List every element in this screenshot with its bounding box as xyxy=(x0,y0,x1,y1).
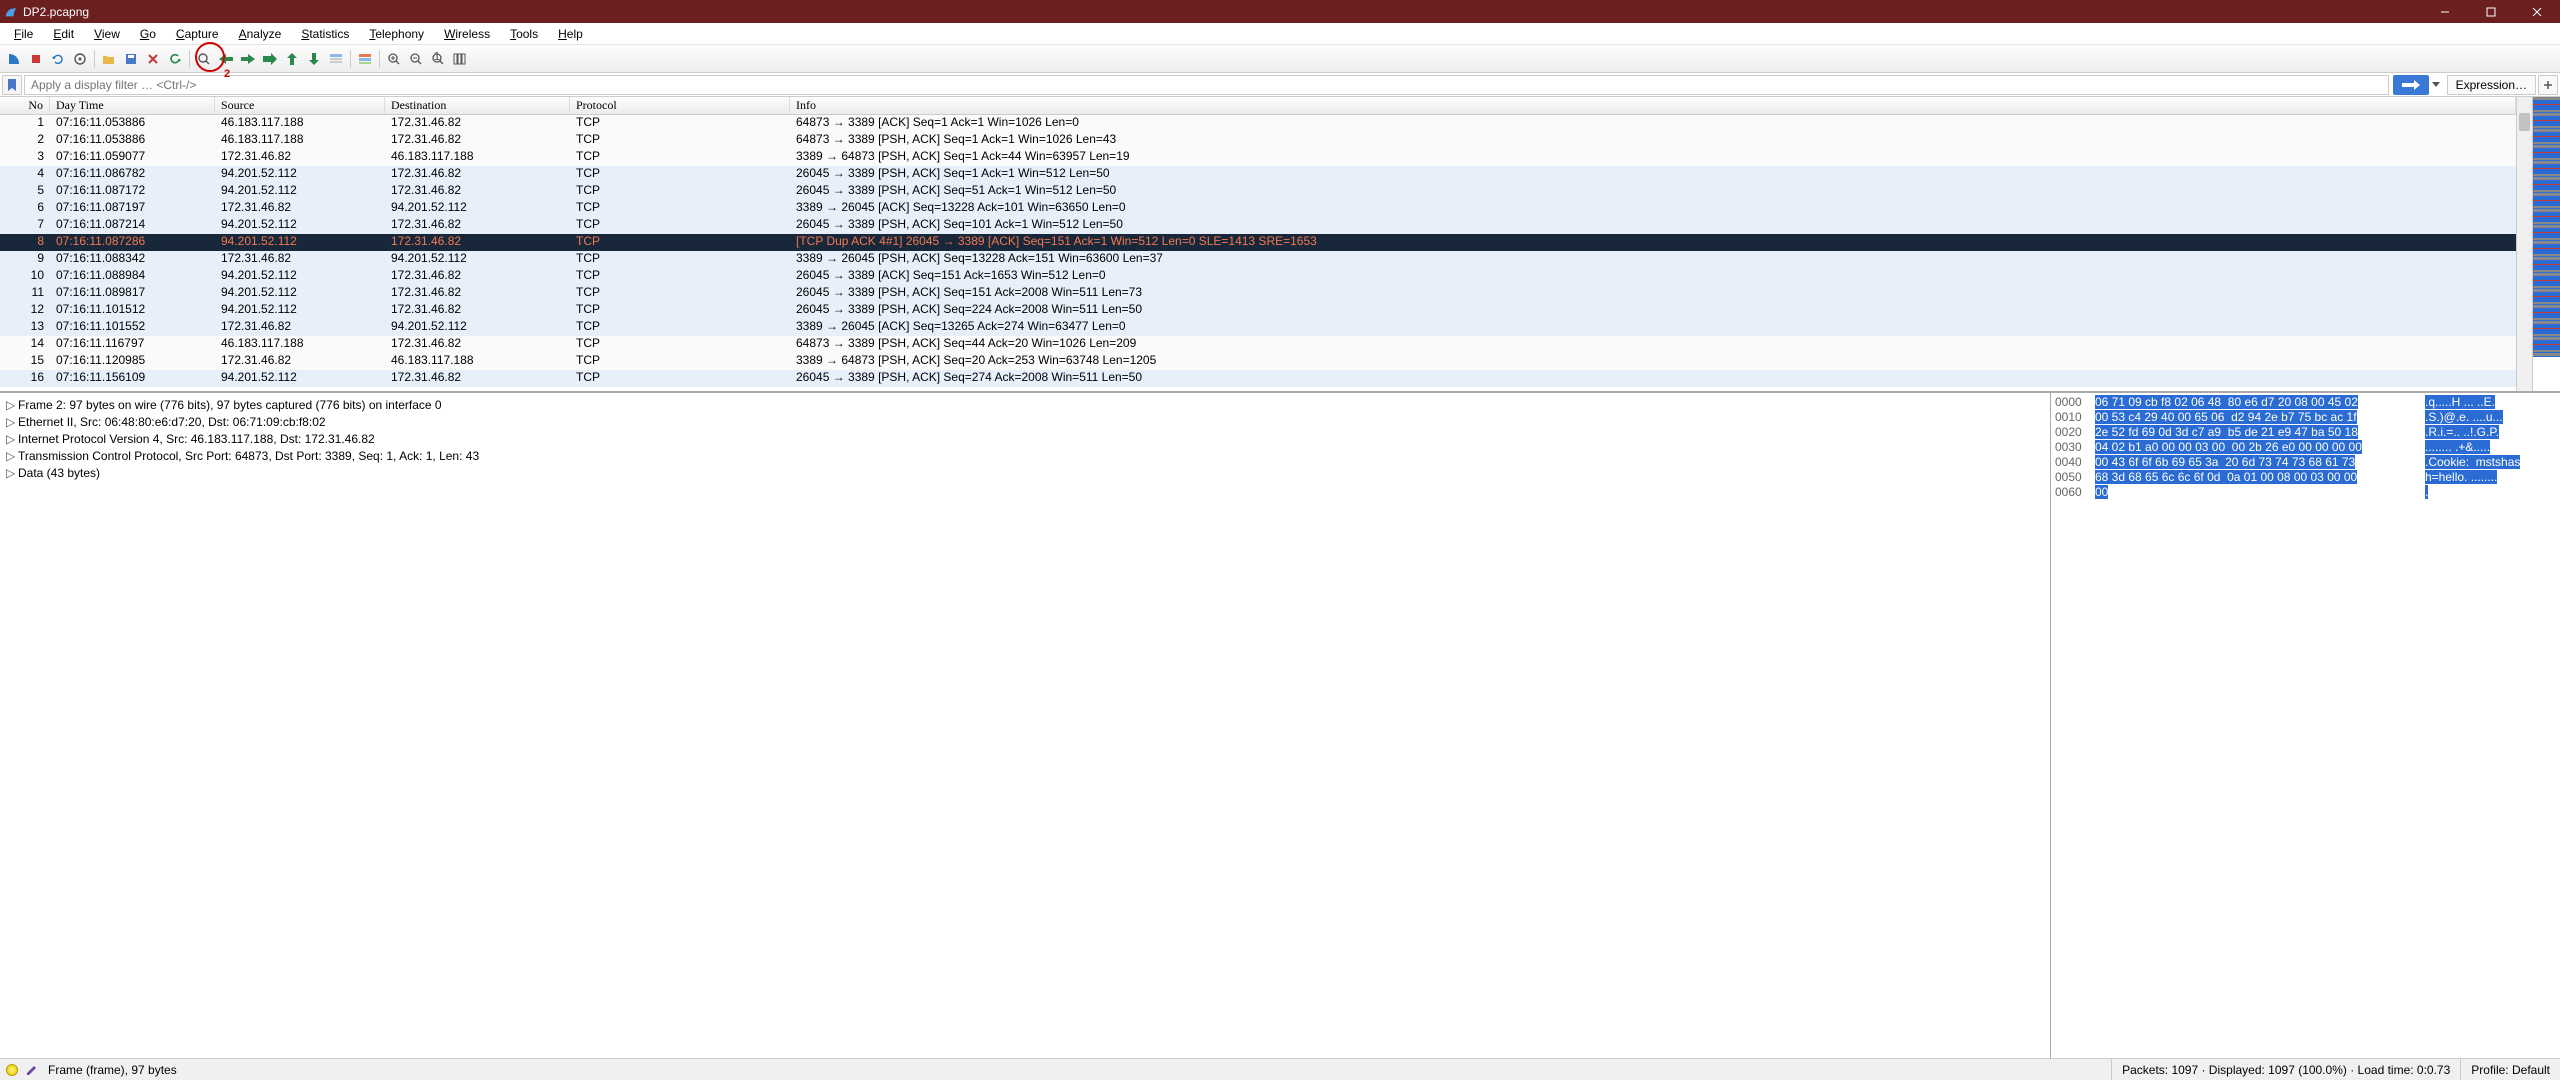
statusbar: Frame (frame), 97 bytes Packets: 1097 · … xyxy=(0,1058,2560,1080)
filter-bookmark-icon[interactable] xyxy=(2,75,22,95)
column-header-source[interactable]: Source xyxy=(215,97,385,114)
go-back-icon[interactable] xyxy=(216,49,236,69)
zoom-out-icon[interactable] xyxy=(406,49,426,69)
status-frame-info: Frame (frame), 97 bytes xyxy=(48,1063,177,1077)
tree-node[interactable]: ▷Data (43 bytes) xyxy=(6,464,2044,481)
tree-node[interactable]: ▷Internet Protocol Version 4, Src: 46.18… xyxy=(6,430,2044,447)
packet-row[interactable]: 407:16:11.08678294.201.52.112172.31.46.8… xyxy=(0,166,2516,183)
menu-wireless[interactable]: Wireless xyxy=(434,25,500,43)
go-forward-icon[interactable] xyxy=(238,49,258,69)
expand-caret-icon[interactable]: ▷ xyxy=(6,398,18,412)
expand-caret-icon[interactable]: ▷ xyxy=(6,449,18,463)
display-filter-input[interactable] xyxy=(24,75,2389,95)
expression-button[interactable]: Expression… xyxy=(2447,75,2536,95)
menu-view[interactable]: View xyxy=(84,25,130,43)
packet-row[interactable]: 1207:16:11.10151294.201.52.112172.31.46.… xyxy=(0,302,2516,319)
zoom-in-icon[interactable] xyxy=(384,49,404,69)
column-header-destination[interactable]: Destination xyxy=(385,97,570,114)
go-to-packet-icon[interactable] xyxy=(260,49,280,69)
go-last-icon[interactable] xyxy=(304,49,324,69)
menu-statistics[interactable]: Statistics xyxy=(291,25,359,43)
packet-minimap[interactable] xyxy=(2532,97,2560,391)
menu-tools[interactable]: Tools xyxy=(500,25,548,43)
menubar: FileEditViewGoCaptureAnalyzeStatisticsTe… xyxy=(0,23,2560,45)
packet-row[interactable]: 1107:16:11.08981794.201.52.112172.31.46.… xyxy=(0,285,2516,302)
expert-info-led-icon[interactable] xyxy=(6,1064,18,1076)
separator xyxy=(350,50,351,68)
find-packet-icon[interactable] xyxy=(194,49,214,69)
resize-columns-icon[interactable] xyxy=(450,49,470,69)
stop-capture-icon[interactable] xyxy=(26,49,46,69)
packet-row[interactable]: 807:16:11.08728694.201.52.112172.31.46.8… xyxy=(0,234,2516,251)
packet-row[interactable]: 707:16:11.08721494.201.52.112172.31.46.8… xyxy=(0,217,2516,234)
packet-row[interactable]: 607:16:11.087197172.31.46.8294.201.52.11… xyxy=(0,200,2516,217)
colorize-icon[interactable] xyxy=(355,49,375,69)
packet-list-header[interactable]: No Day Time Source Destination Protocol … xyxy=(0,97,2516,115)
titlebar: DP2.pcapng xyxy=(0,0,2560,23)
packet-row[interactable]: 1007:16:11.08898494.201.52.112172.31.46.… xyxy=(0,268,2516,285)
scrollbar-thumb[interactable] xyxy=(2519,113,2530,131)
apply-filter-button[interactable] xyxy=(2393,75,2429,95)
close-button[interactable] xyxy=(2514,0,2560,23)
menu-help[interactable]: Help xyxy=(548,25,593,43)
window-title: DP2.pcapng xyxy=(23,5,2422,19)
separator xyxy=(189,50,190,68)
open-file-icon[interactable] xyxy=(99,49,119,69)
minimize-button[interactable] xyxy=(2422,0,2468,23)
add-filter-button[interactable] xyxy=(2538,75,2558,95)
expand-caret-icon[interactable]: ▷ xyxy=(6,466,18,480)
svg-text:1: 1 xyxy=(434,52,441,63)
reload-file-icon[interactable] xyxy=(165,49,185,69)
go-first-icon[interactable] xyxy=(282,49,302,69)
status-packets-info: Packets: 1097 · Displayed: 1097 (100.0%)… xyxy=(2111,1059,2460,1080)
menu-telephony[interactable]: Telephony xyxy=(359,25,434,43)
start-capture-icon[interactable] xyxy=(4,49,24,69)
restart-capture-icon[interactable] xyxy=(48,49,68,69)
packet-row[interactable]: 907:16:11.088342172.31.46.8294.201.52.11… xyxy=(0,251,2516,268)
packet-list[interactable]: No Day Time Source Destination Protocol … xyxy=(0,97,2516,391)
packet-list-scrollbar[interactable] xyxy=(2516,97,2532,391)
save-file-icon[interactable] xyxy=(121,49,141,69)
menu-go[interactable]: Go xyxy=(130,25,166,43)
tree-node[interactable]: ▷Transmission Control Protocol, Src Port… xyxy=(6,447,2044,464)
menu-file[interactable]: File xyxy=(4,25,43,43)
packet-row[interactable]: 307:16:11.059077172.31.46.8246.183.117.1… xyxy=(0,149,2516,166)
packet-row[interactable]: 507:16:11.08717294.201.52.112172.31.46.8… xyxy=(0,183,2516,200)
filterbar: Expression… xyxy=(0,73,2560,97)
packet-row[interactable]: 1607:16:11.15610994.201.52.112172.31.46.… xyxy=(0,370,2516,387)
capture-options-icon[interactable] xyxy=(70,49,90,69)
status-profile[interactable]: Profile: Default xyxy=(2460,1059,2560,1080)
zoom-reset-icon[interactable]: 1 xyxy=(428,49,448,69)
close-file-icon[interactable] xyxy=(143,49,163,69)
menu-analyze[interactable]: Analyze xyxy=(229,25,292,43)
column-header-time[interactable]: Day Time xyxy=(50,97,215,114)
edit-capture-comment-icon[interactable] xyxy=(24,1062,40,1078)
expand-caret-icon[interactable]: ▷ xyxy=(6,432,18,446)
menu-capture[interactable]: Capture xyxy=(166,25,229,43)
lower-panes: ▷Frame 2: 97 bytes on wire (776 bits), 9… xyxy=(0,392,2560,1058)
packet-row[interactable]: 1507:16:11.120985172.31.46.8246.183.117.… xyxy=(0,353,2516,370)
tree-node[interactable]: ▷Frame 2: 97 bytes on wire (776 bits), 9… xyxy=(6,396,2044,413)
packet-list-pane: No Day Time Source Destination Protocol … xyxy=(0,97,2560,392)
packet-row[interactable]: 207:16:11.05388646.183.117.188172.31.46.… xyxy=(0,132,2516,149)
maximize-button[interactable] xyxy=(2468,0,2514,23)
column-header-info[interactable]: Info xyxy=(790,97,2516,114)
hex-dump-pane[interactable]: 0000001000200030004000500060 06 71 09 cb… xyxy=(2050,393,2560,1058)
packet-row[interactable]: 1307:16:11.101552172.31.46.8294.201.52.1… xyxy=(0,319,2516,336)
packet-details-tree[interactable]: ▷Frame 2: 97 bytes on wire (776 bits), 9… xyxy=(0,393,2050,1058)
toolbar: 1 xyxy=(0,45,2560,73)
tree-node[interactable]: ▷Ethernet II, Src: 06:48:80:e6:d7:20, Ds… xyxy=(6,413,2044,430)
packet-row[interactable]: 1407:16:11.11679746.183.117.188172.31.46… xyxy=(0,336,2516,353)
expand-caret-icon[interactable]: ▷ xyxy=(6,415,18,429)
column-header-no[interactable]: No xyxy=(0,97,50,114)
packet-row[interactable]: 107:16:11.05388646.183.117.188172.31.46.… xyxy=(0,115,2516,132)
column-header-protocol[interactable]: Protocol xyxy=(570,97,790,114)
menu-edit[interactable]: Edit xyxy=(43,25,84,43)
main-area: No Day Time Source Destination Protocol … xyxy=(0,97,2560,1058)
separator xyxy=(94,50,95,68)
app-icon xyxy=(4,5,18,19)
filter-history-dropdown[interactable] xyxy=(2429,75,2443,95)
separator xyxy=(379,50,380,68)
auto-scroll-icon[interactable] xyxy=(326,49,346,69)
